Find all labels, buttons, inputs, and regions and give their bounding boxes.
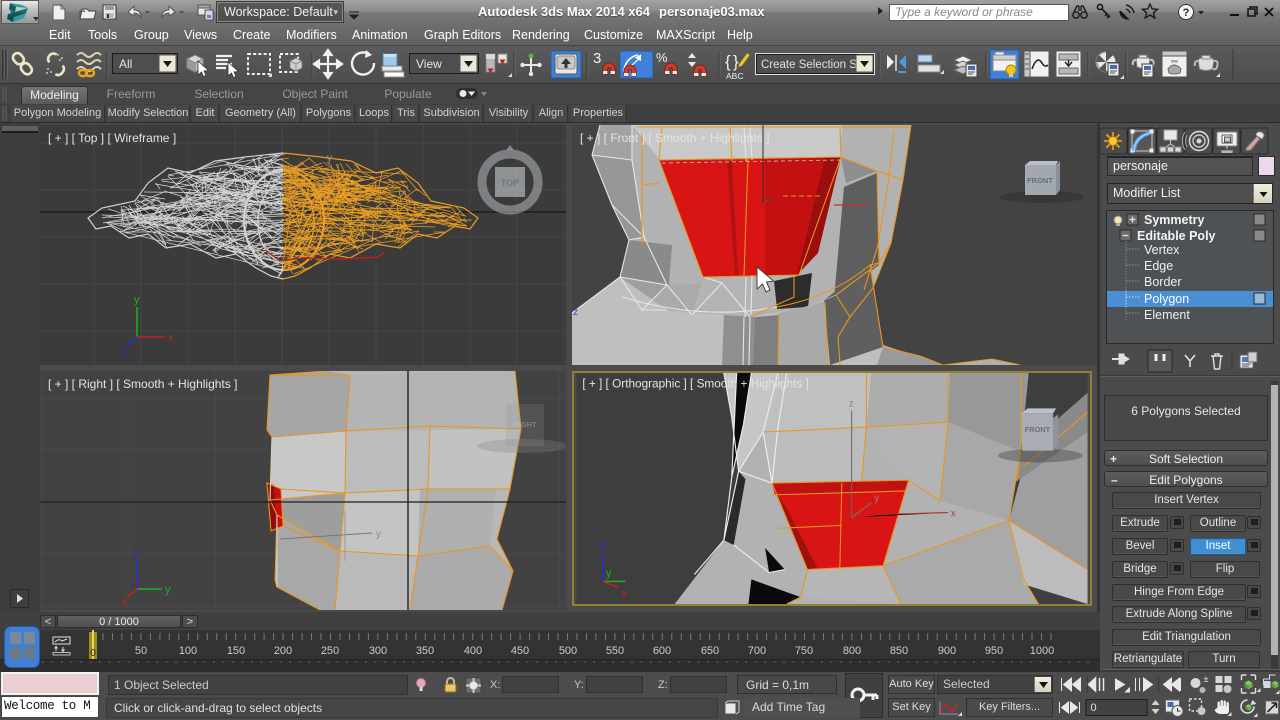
svg-text:FRONT: FRONT <box>1025 425 1051 434</box>
svg-text:x: x <box>622 588 628 600</box>
svg-text:Symmetry: Symmetry <box>1144 213 1204 227</box>
svg-text:z: z <box>600 539 605 551</box>
svg-text:y: y <box>327 153 332 164</box>
svg-text:350: 350 <box>416 645 434 657</box>
svg-text:1000: 1000 <box>1030 645 1054 657</box>
svg-text:150: 150 <box>227 645 245 657</box>
svg-text:[ + ] [ Front ] [ Smooth + Hig: [ + ] [ Front ] [ Smooth + Highlights ] <box>580 131 769 145</box>
svg-text:TOP: TOP <box>501 178 519 188</box>
svg-text:850: 850 <box>890 645 908 657</box>
svg-text:Editable Poly: Editable Poly <box>1137 229 1216 243</box>
svg-text:Create Selection Se: Create Selection Se <box>761 59 863 71</box>
svg-text:All: All <box>119 57 132 71</box>
svg-text:600: 600 <box>653 645 671 657</box>
svg-text:y: y <box>874 493 879 504</box>
svg-text:?: ? <box>1183 7 1190 19</box>
svg-text:z: z <box>573 307 578 318</box>
svg-text:Polygon: Polygon <box>1144 292 1189 306</box>
svg-text:650: 650 <box>701 645 719 657</box>
svg-text:500: 500 <box>559 645 577 657</box>
svg-text:0: 0 <box>90 648 96 659</box>
svg-text:50: 50 <box>135 645 147 657</box>
svg-text:3: 3 <box>593 50 601 67</box>
svg-text:550: 550 <box>606 645 624 657</box>
svg-text:ABC: ABC <box>726 71 743 81</box>
svg-text:800: 800 <box>843 645 861 657</box>
svg-text:View: View <box>416 57 442 71</box>
svg-text:FRONT: FRONT <box>1027 176 1053 185</box>
svg-text:z: z <box>122 348 128 360</box>
svg-text:250: 250 <box>321 645 339 657</box>
svg-text:x: x <box>951 509 956 520</box>
svg-text:{: { <box>725 52 731 71</box>
svg-text:y: y <box>134 294 140 306</box>
svg-text:[ + ] [ Top ] [ Wireframe ]: [ + ] [ Top ] [ Wireframe ] <box>48 131 176 145</box>
svg-text:300: 300 <box>369 645 387 657</box>
svg-text:x: x <box>168 332 174 344</box>
svg-text:z: z <box>134 548 140 560</box>
svg-text:Edge: Edge <box>1144 259 1173 273</box>
svg-text:±: ± <box>1204 674 1209 684</box>
svg-text:%: % <box>656 50 668 65</box>
svg-text:750: 750 <box>795 645 813 657</box>
svg-text:200: 200 <box>274 645 292 657</box>
svg-text:400: 400 <box>464 645 482 657</box>
svg-text:Border: Border <box>1144 275 1182 289</box>
svg-text:x: x <box>122 596 128 608</box>
svg-text:}: } <box>733 52 739 71</box>
svg-text:y: y <box>606 567 612 579</box>
svg-text:950: 950 <box>985 645 1003 657</box>
svg-text:0: 0 <box>1091 702 1097 714</box>
svg-text:450: 450 <box>511 645 529 657</box>
svg-text:Element: Element <box>1144 308 1190 322</box>
svg-text:700: 700 <box>748 645 766 657</box>
svg-text:Vertex: Vertex <box>1144 243 1180 257</box>
svg-text:y: y <box>376 529 381 540</box>
svg-text:y: y <box>165 584 171 596</box>
svg-text:100: 100 <box>179 645 197 657</box>
svg-text:z: z <box>849 398 854 409</box>
svg-text:[ + ] [ Orthographic ] [ Smoot: [ + ] [ Orthographic ] [ Smooth + Highli… <box>582 378 809 391</box>
svg-text:RIGHT: RIGHT <box>513 420 537 429</box>
svg-text:900: 900 <box>938 645 956 657</box>
svg-text:[ + ] [ Right ] [ Smooth + Hig: [ + ] [ Right ] [ Smooth + Highlights ] <box>48 377 237 391</box>
